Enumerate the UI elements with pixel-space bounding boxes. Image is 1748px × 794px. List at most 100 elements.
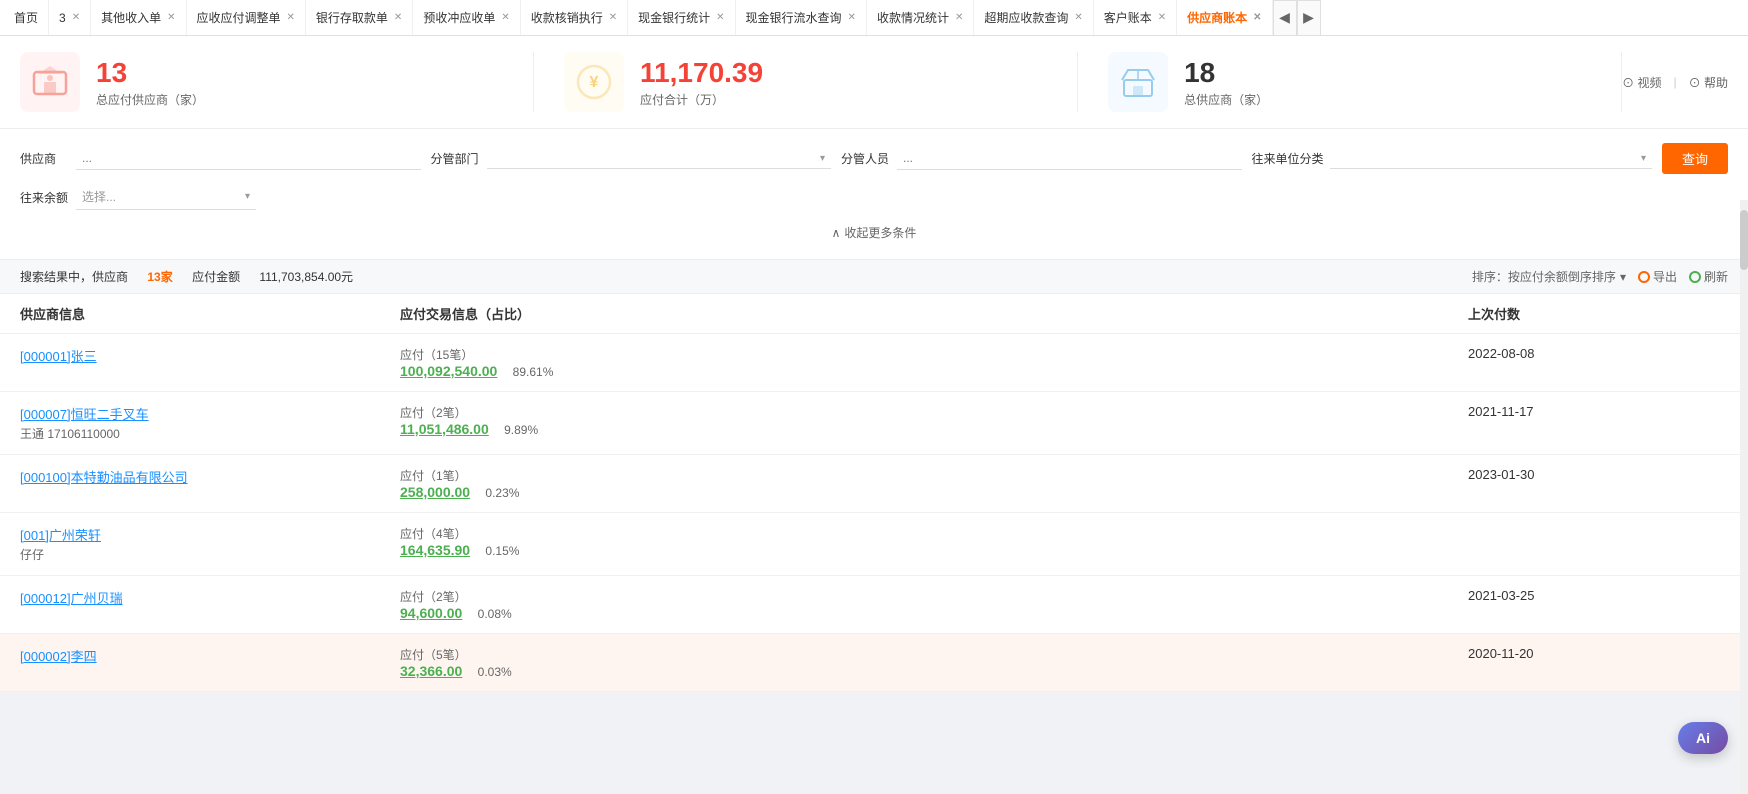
nav-item-3[interactable]: 3 ✕: [49, 0, 91, 36]
payable-amount[interactable]: 11,051,486.00: [400, 421, 489, 437]
amount-prefix: 应付金额: [192, 270, 240, 284]
payable-percent: 0.03%: [478, 665, 512, 679]
payable-info: 应付（2笔） 11,051,486.00 9.89%: [400, 404, 1468, 437]
nav-item-prepay[interactable]: 预收冲应收单 ✕: [413, 0, 520, 36]
help-link[interactable]: ⊙ 帮助: [1689, 74, 1728, 91]
scrollbar-track[interactable]: [1740, 200, 1748, 794]
filter-balance: 往来余额 选择... ▾: [20, 184, 1728, 210]
last-pay-date: 2021-03-25: [1468, 588, 1668, 603]
payable-percent: 0.08%: [478, 607, 512, 621]
nav-item-payment-stat[interactable]: 收款情况统计 ✕: [867, 0, 974, 36]
chevron-down-icon: ▾: [245, 191, 250, 202]
supplier-info: [001]广州荣轩 仔仔: [20, 525, 400, 563]
payable-percent: 0.23%: [485, 486, 519, 500]
close-icon[interactable]: ✕: [1074, 12, 1082, 23]
close-icon[interactable]: ✕: [1253, 12, 1261, 23]
supplier-sub: 王通 17106110000: [20, 425, 400, 442]
payable-suppliers-number: 13: [96, 56, 204, 90]
supplier-info: [000012]广州贝瑞: [20, 588, 400, 607]
payable-percent: 9.89%: [504, 423, 538, 437]
summary-card-total-payable: ¥ 11,170.39 应付合计（万）: [534, 52, 1078, 112]
table-header: 供应商信息 应付交易信息（占比） 上次付数: [0, 294, 1748, 334]
supplier-link[interactable]: [000001]张三: [20, 346, 400, 365]
nav-item-home[interactable]: 首页: [4, 0, 49, 36]
payable-info: 应付（5笔） 32,366.00 0.03%: [400, 646, 1468, 679]
filter-supplier: 供应商: [20, 147, 421, 170]
close-icon[interactable]: ✕: [1158, 12, 1166, 23]
close-icon[interactable]: ✕: [72, 12, 80, 23]
category-select[interactable]: ▾: [1330, 149, 1652, 169]
table-row: [000007]恒旺二手叉车 王通 17106110000 应付（2笔） 11,…: [0, 392, 1748, 455]
filter-row-2: 往来余额 选择... ▾: [20, 184, 1728, 210]
payable-amount[interactable]: 164,635.90: [400, 542, 470, 558]
toolbar: 搜索结果中，供应商 13家 应付金额 111,703,854.00元 排序：按应…: [0, 260, 1748, 294]
export-icon: [1638, 271, 1650, 283]
nav-item-ar-ap-adjust[interactable]: 应收应付调整单 ✕: [187, 0, 306, 36]
summary-bar: 13 总应付供应商（家） ¥ 11,170.39 应付合计（万） 18 总: [0, 36, 1748, 129]
money-icon: ¥: [564, 52, 624, 112]
balance-select[interactable]: 选择... ▾: [76, 184, 256, 210]
table-row: [001]广州荣轩 仔仔 应付（4笔） 164,635.90 0.15%: [0, 513, 1748, 576]
summary-card-payable-suppliers: 13 总应付供应商（家）: [20, 52, 534, 112]
filter-person: 分管人员: [841, 147, 1242, 170]
scrollbar-thumb[interactable]: [1740, 210, 1748, 270]
result-prefix: 搜索结果中，供应商: [20, 270, 128, 284]
payable-info: 应付（2笔） 94,600.00 0.08%: [400, 588, 1468, 621]
close-icon[interactable]: ✕: [848, 12, 856, 23]
summary-actions: ⊙ 视频 | ⊙ 帮助: [1622, 74, 1728, 91]
nav-item-cash-bank-stat[interactable]: 现金银行统计 ✕: [628, 0, 735, 36]
search-button[interactable]: 查询: [1662, 143, 1728, 174]
refresh-button[interactable]: 刷新: [1689, 268, 1728, 285]
close-icon[interactable]: ✕: [394, 12, 402, 23]
payable-amount[interactable]: 32,366.00: [400, 663, 462, 679]
close-icon[interactable]: ✕: [716, 12, 724, 23]
table-row: [000002]李四 应付（5笔） 32,366.00 0.03% 2020-1…: [0, 634, 1748, 692]
close-icon[interactable]: ✕: [167, 12, 175, 23]
last-pay-date: 2022-08-08: [1468, 346, 1668, 361]
payable-amount[interactable]: 100,092,540.00: [400, 363, 497, 379]
close-icon[interactable]: ✕: [955, 12, 963, 23]
supplier-link[interactable]: [000007]恒旺二手叉车: [20, 404, 400, 423]
supplier-link[interactable]: [000100]本特勤油品有限公司: [20, 467, 400, 486]
toolbar-actions: 排序：按应付余额倒序排序 ▾ 导出 刷新: [1472, 268, 1728, 285]
total-suppliers-number: 18: [1184, 56, 1268, 90]
close-icon[interactable]: ✕: [287, 12, 295, 23]
nav-next-arrow[interactable]: ▶: [1297, 0, 1321, 36]
collapse-button[interactable]: ∧ 收起更多条件: [20, 220, 1728, 249]
payable-info: 应付（1笔） 258,000.00 0.23%: [400, 467, 1468, 500]
supplier-link[interactable]: [000002]李四: [20, 646, 400, 665]
supplier-link[interactable]: [000012]广州贝瑞: [20, 588, 400, 607]
video-link[interactable]: ⊙ 视频: [1622, 74, 1661, 91]
supplier-info: [000001]张三: [20, 346, 400, 365]
dept-select[interactable]: ▾: [487, 149, 832, 169]
export-button[interactable]: 导出: [1638, 268, 1677, 285]
close-icon[interactable]: ✕: [609, 12, 617, 23]
close-icon[interactable]: ✕: [501, 12, 509, 23]
video-icon: ⊙: [1622, 76, 1634, 90]
nav-item-cash-flow[interactable]: 现金银行流水查询 ✕: [736, 0, 867, 36]
header-payable: 应付交易信息（占比）: [400, 304, 1468, 323]
payable-amount[interactable]: 94,600.00: [400, 605, 462, 621]
table-row: [000100]本特勤油品有限公司 应付（1笔） 258,000.00 0.23…: [0, 455, 1748, 513]
nav-item-customer-ledger[interactable]: 客户账本 ✕: [1094, 0, 1177, 36]
header-supplier: 供应商信息: [20, 304, 400, 323]
supplier-input[interactable]: [76, 147, 421, 170]
nav-item-collection[interactable]: 收款核销执行 ✕: [521, 0, 628, 36]
nav-item-overdue[interactable]: 超期应收款查询 ✕: [974, 0, 1093, 36]
sort-selector[interactable]: 排序：按应付余额倒序排序 ▾: [1472, 268, 1626, 285]
ai-button[interactable]: Ai: [1678, 722, 1728, 754]
data-table: 供应商信息 应付交易信息（占比） 上次付数 [000001]张三 应付（15笔）…: [0, 294, 1748, 692]
payable-amount[interactable]: 258,000.00: [400, 484, 470, 500]
payable-suppliers-label: 总应付供应商（家）: [96, 91, 204, 108]
person-input[interactable]: [897, 147, 1242, 170]
table-row: [000012]广州贝瑞 应付（2笔） 94,600.00 0.08% 2021…: [0, 576, 1748, 634]
supplier-link[interactable]: [001]广州荣轩: [20, 525, 400, 544]
nav-item-bank-deposit[interactable]: 银行存取款单 ✕: [306, 0, 413, 36]
nav-prev-arrow[interactable]: ◀: [1273, 0, 1297, 36]
last-pay-date: 2021-11-17: [1468, 404, 1668, 419]
help-icon: ⊙: [1689, 76, 1701, 90]
nav-item-other-income[interactable]: 其他收入单 ✕: [91, 0, 186, 36]
person-filter-label: 分管人员: [841, 150, 891, 167]
supplier-icon: [20, 52, 80, 112]
nav-item-supplier-ledger[interactable]: 供应商账本 ✕: [1177, 0, 1272, 36]
